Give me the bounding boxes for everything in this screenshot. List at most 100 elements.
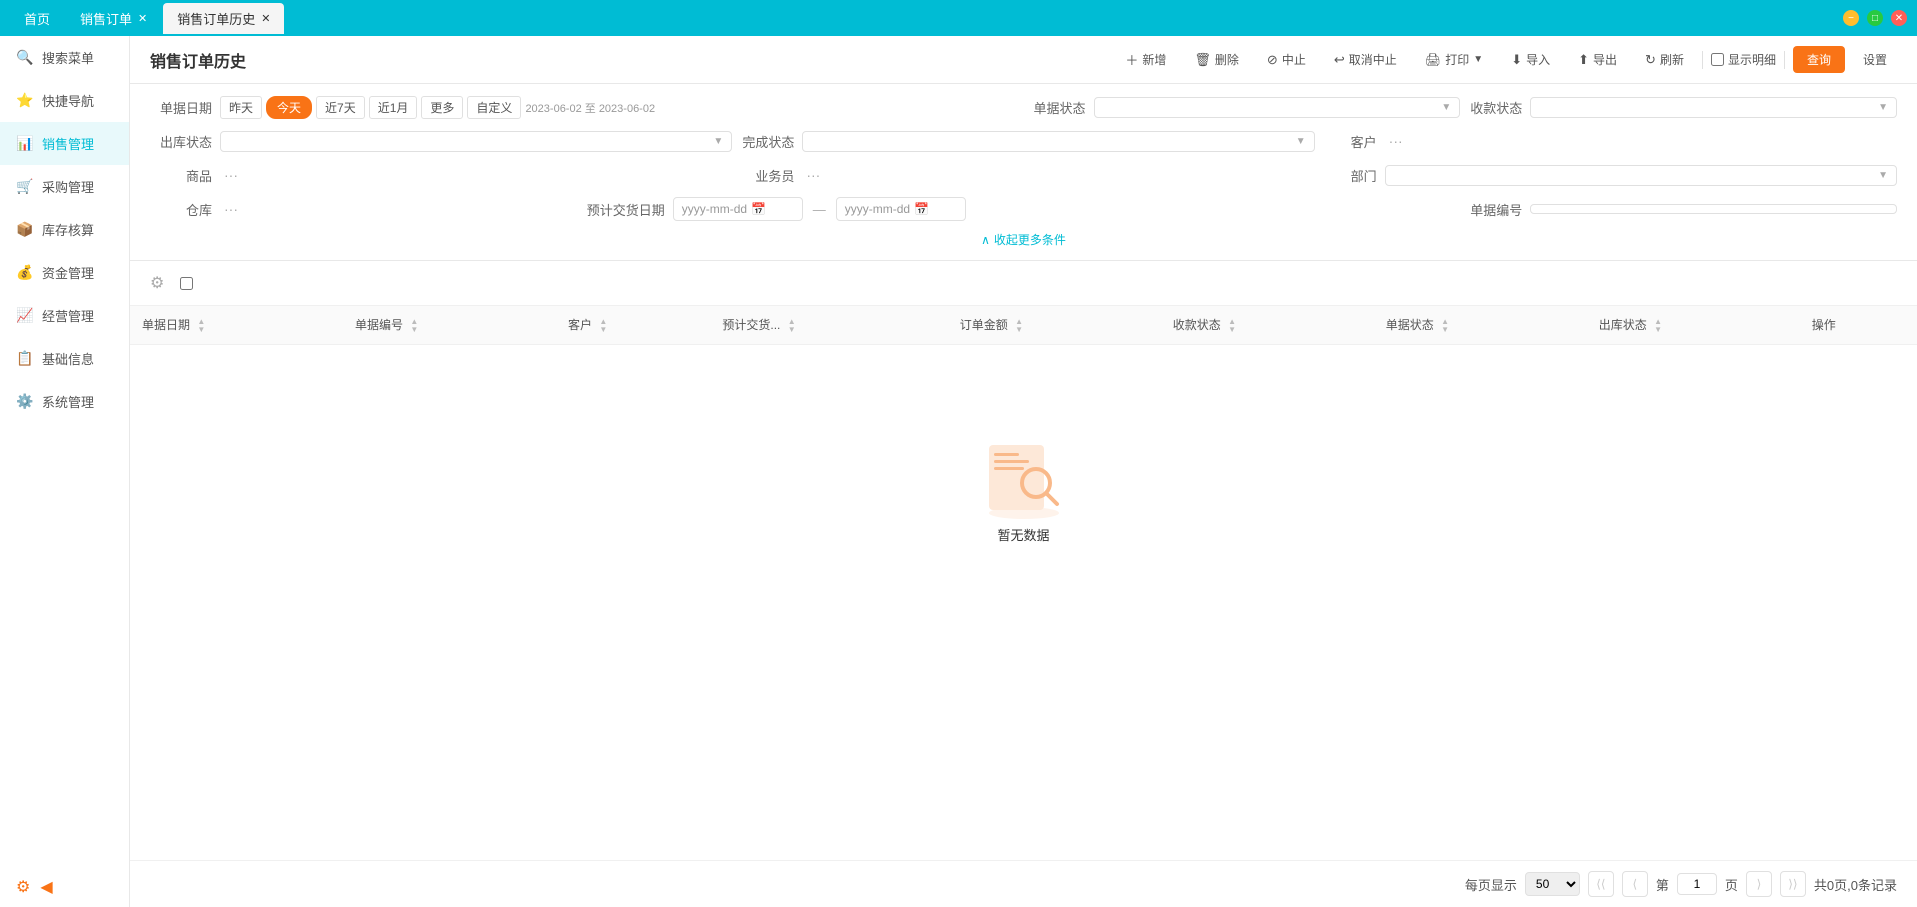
product-picker-btn[interactable]: ··· [220, 163, 242, 187]
filter-expected-date: 预计交货日期 yyyy-mm-dd 📅 — yyyy-mm-dd 📅 [587, 197, 1461, 221]
date-7days-btn[interactable]: 近7天 [316, 96, 365, 119]
refresh-button[interactable]: ↻ 刷新 [1635, 47, 1694, 72]
tab-sales-order-history[interactable]: 销售订单历史 ✕ [163, 3, 284, 34]
product-label: 商品 [150, 166, 220, 185]
page-unit: 页 [1725, 875, 1738, 894]
search-menu-icon: 🔍 [16, 49, 34, 66]
new-button[interactable]: ＋ 新增 [1115, 46, 1176, 73]
completion-status-select[interactable]: ▼ [802, 131, 1314, 152]
page-size-select[interactable]: 50 10 20 100 [1525, 872, 1580, 896]
print-button[interactable]: 🖨 打印 ▼ [1415, 47, 1493, 72]
date-1month-btn[interactable]: 近1月 [369, 96, 418, 119]
expected-date-label: 预计交货日期 [587, 200, 673, 219]
toolbar: ＋ 新增 🗑 删除 ⊘ 中止 ↩ 取消中止 🖨 打印 [1115, 46, 1897, 73]
next-page-btn[interactable]: ⟩ [1746, 871, 1772, 897]
delivery-status-arrow: ▼ [713, 136, 723, 147]
sidebar-item-basic-info[interactable]: 📋 基础信息 [0, 337, 129, 380]
date-more-btn[interactable]: 更多 [421, 96, 463, 119]
th-delivery-status: 出库状态 ▲▼ [1587, 306, 1800, 344]
sort-date-icon[interactable]: ▲▼ [197, 318, 205, 334]
print-dropdown-icon[interactable]: ▼ [1473, 54, 1483, 65]
import-button[interactable]: ⬇ 导入 [1501, 47, 1560, 72]
customer-label: 客户 [1315, 132, 1385, 151]
settings-btn[interactable]: 设置 [1853, 47, 1897, 72]
tab-sales-order[interactable]: 销售订单 ✕ [66, 3, 161, 34]
sort-order-status-icon[interactable]: ▲▼ [1441, 318, 1449, 334]
sidebar-item-capital-mgmt[interactable]: 💰 资金管理 [0, 251, 129, 294]
cancel-stop-icon: ↩ [1334, 52, 1345, 68]
payment-status-label: 收款状态 [1460, 98, 1530, 117]
sidebar-item-purchase-mgmt[interactable]: 🛒 采购管理 [0, 165, 129, 208]
customer-picker-btn[interactable]: ··· [1385, 129, 1407, 153]
filter-row-3: 商品 ··· 业务员 ··· 部门 ▼ [150, 163, 1897, 187]
date-custom-btn[interactable]: 自定义 [467, 96, 521, 119]
filter-row-2: 出库状态 ▼ 完成状态 ▼ 客户 ··· [150, 129, 1897, 153]
tab-sales-order-history-close[interactable]: ✕ [261, 12, 270, 25]
sort-payment-icon[interactable]: ▲▼ [1228, 318, 1236, 334]
last-page-btn[interactable]: ⟩⟩ [1780, 871, 1806, 897]
operation-mgmt-icon: 📈 [16, 307, 34, 324]
payment-status-arrow: ▼ [1878, 102, 1888, 113]
order-status-arrow: ▼ [1441, 102, 1451, 113]
sort-customer-icon[interactable]: ▲▼ [599, 318, 607, 334]
order-status-label: 单据状态 [1024, 98, 1094, 117]
sidebar-item-system-mgmt[interactable]: ⚙️ 系统管理 [0, 380, 129, 423]
date-yesterday-btn[interactable]: 昨天 [220, 96, 262, 119]
page-number-input[interactable] [1677, 873, 1717, 895]
sidebar-item-quick-nav[interactable]: ⭐ 快捷导航 [0, 79, 129, 122]
sidebar-item-sales-mgmt-label: 销售管理 [42, 134, 94, 153]
tab-bar: 首页 销售订单 ✕ 销售订单历史 ✕ [10, 3, 1843, 34]
stop-label: 中止 [1282, 51, 1306, 68]
date-range-text: 2023-06-02 至 2023-06-02 [525, 100, 655, 116]
select-all-checkbox[interactable] [180, 277, 193, 290]
table-settings-icon[interactable]: ⚙ [146, 269, 168, 297]
warehouse-picker-btn[interactable]: ··· [220, 197, 242, 221]
sidebar-item-search-menu[interactable]: 🔍 搜索菜单 [0, 36, 129, 79]
date-label: 单据日期 [150, 98, 220, 117]
th-customer: 客户 ▲▼ [556, 306, 710, 344]
expected-date-to-input[interactable]: yyyy-mm-dd 📅 [836, 197, 966, 221]
sidebar-settings-icon[interactable]: ⚙ [16, 877, 30, 897]
salesperson-picker-btn[interactable]: ··· [802, 163, 824, 187]
order-number-input[interactable] [1530, 204, 1897, 214]
delete-button[interactable]: 🗑 删除 [1184, 47, 1249, 72]
sort-amount-icon[interactable]: ▲▼ [1015, 318, 1023, 334]
payment-status-select[interactable]: ▼ [1530, 97, 1897, 118]
sidebar-item-sales-mgmt[interactable]: 📊 销售管理 [0, 122, 129, 165]
sort-delivery-icon[interactable]: ▲▼ [1654, 318, 1662, 334]
sidebar-item-inventory[interactable]: 📦 库存核算 [0, 208, 129, 251]
department-select[interactable]: ▼ [1385, 165, 1897, 186]
order-status-select[interactable]: ▼ [1094, 97, 1461, 118]
date-today-btn[interactable]: 今天 [266, 96, 312, 119]
collapse-link[interactable]: ∧ 收起更多条件 [150, 231, 1897, 248]
minimize-button[interactable]: − [1843, 10, 1859, 26]
delivery-status-select[interactable]: ▼ [220, 131, 732, 152]
show-detail-checkbox-label[interactable]: 显示明细 [1711, 51, 1776, 68]
maximize-button[interactable]: □ [1867, 10, 1883, 26]
close-button[interactable]: ✕ [1891, 10, 1907, 26]
th-date-label: 单据日期 [142, 318, 190, 332]
sidebar: 🔍 搜索菜单 ⭐ 快捷导航 📊 销售管理 🛒 采购管理 📦 库存核算 💰 资金管… [0, 36, 130, 907]
expected-date-from-input[interactable]: yyyy-mm-dd 📅 [673, 197, 803, 221]
export-button[interactable]: ⬆ 导出 [1568, 47, 1627, 72]
inventory-icon: 📦 [16, 221, 34, 238]
th-number: 单据编号 ▲▼ [343, 306, 556, 344]
import-icon: ⬇ [1511, 52, 1522, 68]
prev-page-btn[interactable]: ⟨ [1622, 871, 1648, 897]
sort-expected-icon[interactable]: ▲▼ [788, 318, 796, 334]
tab-sales-order-close[interactable]: ✕ [138, 12, 147, 25]
sidebar-item-operation-mgmt[interactable]: 📈 经营管理 [0, 294, 129, 337]
tab-home[interactable]: 首页 [10, 3, 64, 34]
pagination: 每页显示 50 10 20 100 ⟨⟨ ⟨ 第 页 ⟩ ⟩⟩ 共0页,0条记录 [130, 860, 1917, 907]
tab-sales-order-history-label: 销售订单历史 [177, 9, 255, 28]
filter-row-1: 单据日期 昨天 今天 近7天 近1月 更多 自定义 2023-06-02 至 2… [150, 96, 1897, 119]
stop-button[interactable]: ⊘ 中止 [1257, 47, 1316, 72]
print-label: 打印 [1445, 51, 1469, 68]
sidebar-collapse-icon[interactable]: ◀ [40, 877, 52, 897]
settings-label: 设置 [1863, 51, 1887, 68]
cancel-stop-button[interactable]: ↩ 取消中止 [1324, 47, 1407, 72]
first-page-btn[interactable]: ⟨⟨ [1588, 871, 1614, 897]
sort-number-icon[interactable]: ▲▼ [410, 318, 418, 334]
show-detail-checkbox[interactable] [1711, 53, 1724, 66]
query-button[interactable]: 查询 [1793, 46, 1845, 73]
